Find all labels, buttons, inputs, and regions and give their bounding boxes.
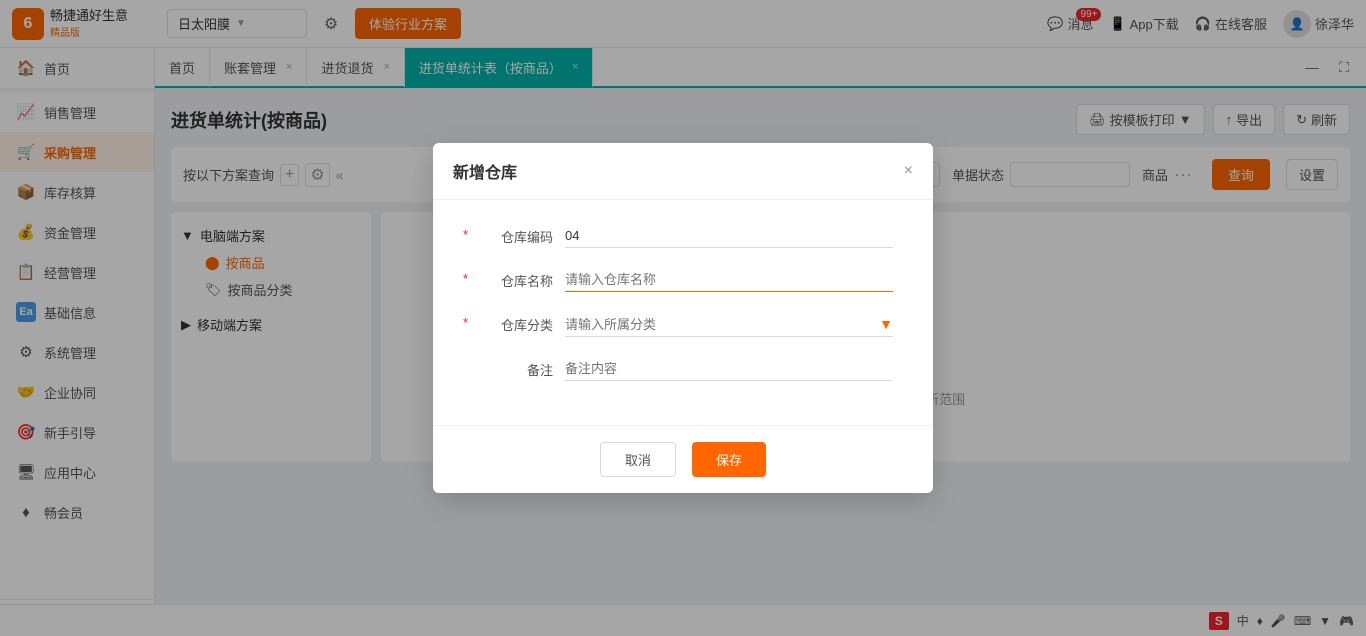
warehouse-name-input[interactable] [565, 268, 893, 292]
warehouse-category-label: 仓库分类 [473, 315, 553, 334]
form-row-code: 仓库编码 [473, 224, 893, 248]
warehouse-code-label: 仓库编码 [473, 227, 553, 246]
warehouse-code-input[interactable] [565, 224, 893, 248]
save-button[interactable]: 保存 [692, 442, 766, 477]
cancel-button[interactable]: 取消 [600, 442, 676, 477]
modal-new-warehouse: 新增仓库 × 仓库编码 仓库名称 仓库分类 ▼ [433, 143, 933, 493]
modal-title: 新增仓库 [453, 159, 517, 183]
remark-input[interactable] [565, 357, 893, 381]
category-dropdown-icon: ▼ [879, 316, 893, 332]
modal-footer: 取消 保存 [433, 425, 933, 493]
modal-close-icon[interactable]: × [904, 163, 913, 179]
modal-body: 仓库编码 仓库名称 仓库分类 ▼ 备注 [433, 200, 933, 425]
warehouse-category-input[interactable] [565, 317, 879, 332]
form-row-category: 仓库分类 ▼ [473, 312, 893, 337]
form-row-name: 仓库名称 [473, 268, 893, 292]
warehouse-category-select[interactable]: ▼ [565, 312, 893, 337]
remark-label: 备注 [473, 360, 553, 379]
warehouse-name-label: 仓库名称 [473, 271, 553, 290]
modal-header: 新增仓库 × [433, 143, 933, 200]
modal-overlay[interactable]: 新增仓库 × 仓库编码 仓库名称 仓库分类 ▼ [0, 0, 1366, 636]
form-row-remark: 备注 [473, 357, 893, 381]
